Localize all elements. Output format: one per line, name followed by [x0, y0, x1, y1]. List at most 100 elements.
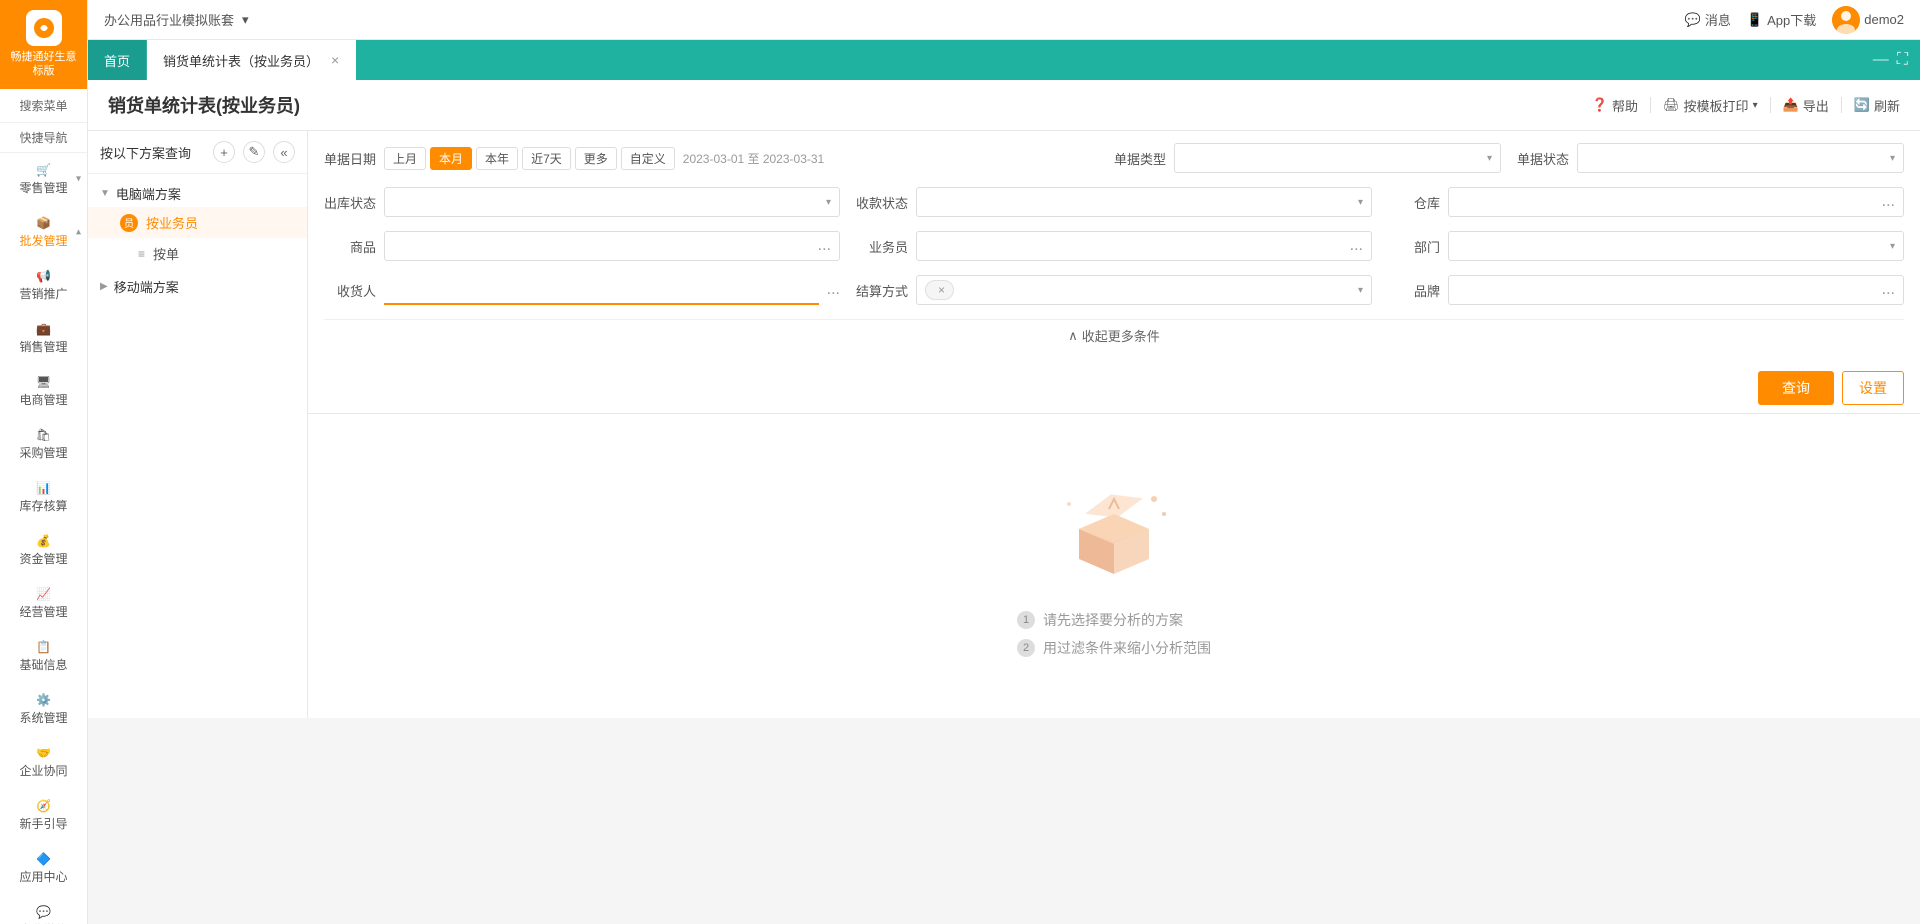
settlement-select[interactable]: × ▾ [916, 275, 1372, 305]
sidebar-item-app-center[interactable]: 🔷 应用中心 [0, 842, 87, 895]
tab-sales-stat[interactable]: 销货单统计表（按业务员） × [147, 40, 356, 80]
tabbar-right-actions: — ⛶ [1861, 40, 1920, 80]
export-btn[interactable]: 📤 导出 [1783, 96, 1829, 115]
sidebar-item-inventory[interactable]: 📊 库存核算 [0, 471, 87, 524]
scheme-collapse-btn[interactable]: « [273, 141, 295, 163]
tab-minimize-btn[interactable]: — [1873, 51, 1889, 69]
sidebar-item-wechat[interactable]: 💬 企业微信 [0, 895, 87, 924]
wholesale-expand: ▴ [76, 227, 81, 238]
sidebar-item-basic-info[interactable]: 📋 基础信息 [0, 630, 87, 683]
action-row: 查询 设置 [308, 363, 1920, 414]
marketing-icon: 📢 [36, 269, 51, 283]
tab-expand-btn[interactable]: ⛶ [1897, 51, 1908, 69]
industry-selector[interactable]: 办公用品行业模拟账套 ▾ [104, 10, 249, 29]
date-last7-btn[interactable]: 近7天 [522, 147, 571, 170]
separator-2 [1770, 97, 1771, 113]
date-group: 上月 本月 本年 近7天 更多 自定义 2023-03-01 至 2023-03… [384, 147, 1098, 170]
scheme-edit-btn[interactable]: ✎ [243, 141, 265, 163]
scheme-mobile-group[interactable]: ▶ 移动端方案 [88, 273, 307, 300]
dept-select[interactable]: ▾ [1448, 231, 1904, 261]
collapse-icon: ∧ [1068, 328, 1078, 344]
app-download-btn[interactable]: 📱 App下载 [1747, 10, 1816, 29]
settings-btn[interactable]: 设置 [1842, 371, 1904, 405]
print-icon: 🖨 [1663, 97, 1680, 113]
ship-status-select[interactable]: ▾ [384, 187, 840, 217]
pc-group-label: 电脑端方案 [116, 184, 181, 203]
date-last-month-btn[interactable]: 上月 [384, 147, 426, 170]
sidebar-item-finance[interactable]: 💰 资金管理 [0, 524, 87, 577]
filter-settlement-item: 结算方式 × ▾ [856, 275, 1372, 305]
tip-1-num: 1 [1017, 611, 1035, 629]
date-more-btn[interactable]: 更多 [575, 147, 617, 170]
salesman-dots[interactable]: ... [1350, 237, 1363, 255]
help-btn[interactable]: ❓ 帮助 [1592, 96, 1638, 115]
brand-select[interactable]: ... [1448, 275, 1904, 305]
inventory-icon: 📊 [36, 481, 51, 495]
tab-home-label: 首页 [104, 51, 130, 70]
tab-home[interactable]: 首页 [88, 40, 147, 80]
filter-collapse-btn[interactable]: ∧ 收起更多条件 [324, 319, 1904, 351]
salesman-scheme-icon: 员 [120, 214, 138, 232]
search-menu-item[interactable]: 搜索菜单 [0, 89, 87, 123]
management-icon: 📈 [36, 587, 51, 601]
date-current-month-btn[interactable]: 本月 [430, 147, 472, 170]
filter-goods-item: 商品 ... [324, 231, 840, 261]
order-scheme-icon: ≡ [138, 247, 145, 261]
tab-sales-stat-label: 销货单统计表（按业务员） [163, 51, 319, 70]
pay-status-select[interactable]: ▾ [916, 187, 1372, 217]
refresh-btn[interactable]: 🔄 刷新 [1854, 96, 1900, 115]
filter-warehouse-item: 仓库 ... [1388, 187, 1904, 217]
sidebar-item-guide[interactable]: 🧭 新手引导 [0, 789, 87, 842]
sales-icon: 💼 [36, 322, 51, 336]
query-btn[interactable]: 查询 [1758, 371, 1834, 405]
sidebar-item-management[interactable]: 📈 经营管理 [0, 577, 87, 630]
warehouse-label: 仓库 [1388, 193, 1440, 212]
scheme-item-by-salesman[interactable]: 员 按业务员 [88, 207, 307, 238]
system-label: 系统管理 [19, 709, 67, 726]
separator-3 [1841, 97, 1842, 113]
refresh-icon: 🔄 [1854, 97, 1870, 113]
recipient-dots[interactable]: ... [827, 281, 840, 299]
filter-row-3: 商品 ... 业务员 ... 部门 [324, 231, 1904, 261]
sidebar-item-system[interactable]: ⚙️ 系统管理 [0, 683, 87, 736]
sidebar-item-sales[interactable]: 💼 销售管理 [0, 312, 87, 365]
industry-label: 办公用品行业模拟账套 [104, 10, 234, 29]
tip-1-text: 请先选择要分析的方案 [1043, 610, 1183, 630]
sidebar-item-retail[interactable]: 🛒 零售管理 ▾ [0, 153, 87, 206]
tab-close-btn[interactable]: × [331, 52, 339, 68]
user-menu[interactable]: demo2 [1832, 6, 1904, 34]
salesman-select[interactable]: ... [916, 231, 1372, 261]
sidebar-item-wholesale[interactable]: 📦 批发管理 ▴ [0, 206, 87, 259]
quick-nav-item[interactable]: 快捷导航 [0, 123, 87, 153]
goods-select[interactable]: ... [384, 231, 840, 261]
sidebar-item-marketing[interactable]: 📢 营销推广 [0, 259, 87, 312]
settlement-tag-close-btn[interactable]: × [938, 283, 945, 297]
date-current-year-btn[interactable]: 本年 [476, 147, 518, 170]
scheme-item-by-order[interactable]: ≡ 按单 [88, 238, 307, 269]
retail-expand: ▾ [76, 174, 81, 185]
warehouse-dots[interactable]: ... [1882, 193, 1895, 211]
app-logo[interactable]: 畅捷通好生意标版 [0, 0, 87, 89]
guide-icon: 🧭 [36, 799, 51, 813]
goods-dots[interactable]: ... [818, 237, 831, 255]
message-btn[interactable]: 💬 消息 [1685, 10, 1731, 29]
tabbar-spacer [356, 40, 1861, 80]
doc-status-select[interactable]: ▾ [1577, 143, 1904, 173]
sales-label: 销售管理 [19, 338, 67, 355]
enterprise-icon: 🤝 [36, 746, 51, 760]
scheme-pc-group[interactable]: ▼ 电脑端方案 [88, 180, 307, 207]
brand-dots[interactable]: ... [1882, 281, 1895, 299]
scheme-add-btn[interactable]: + [213, 141, 235, 163]
system-icon: ⚙️ [36, 693, 51, 707]
sidebar-item-purchase[interactable]: 🛍 采购管理 [0, 418, 87, 471]
recipient-input[interactable] [384, 275, 819, 305]
sidebar-item-enterprise[interactable]: 🤝 企业协同 [0, 736, 87, 789]
warehouse-select[interactable]: ... [1448, 187, 1904, 217]
date-custom-btn[interactable]: 自定义 [621, 147, 675, 170]
help-label: 帮助 [1612, 96, 1638, 115]
sidebar-item-ecommerce[interactable]: 🖥 电商管理 [0, 365, 87, 418]
filter-recipient-item: 收货人 ... [324, 275, 840, 305]
salesman-scheme-label: 按业务员 [146, 213, 198, 232]
doc-type-select[interactable]: ▾ [1174, 143, 1501, 173]
print-btn[interactable]: 🖨 按模板打印 ▾ [1663, 96, 1758, 115]
